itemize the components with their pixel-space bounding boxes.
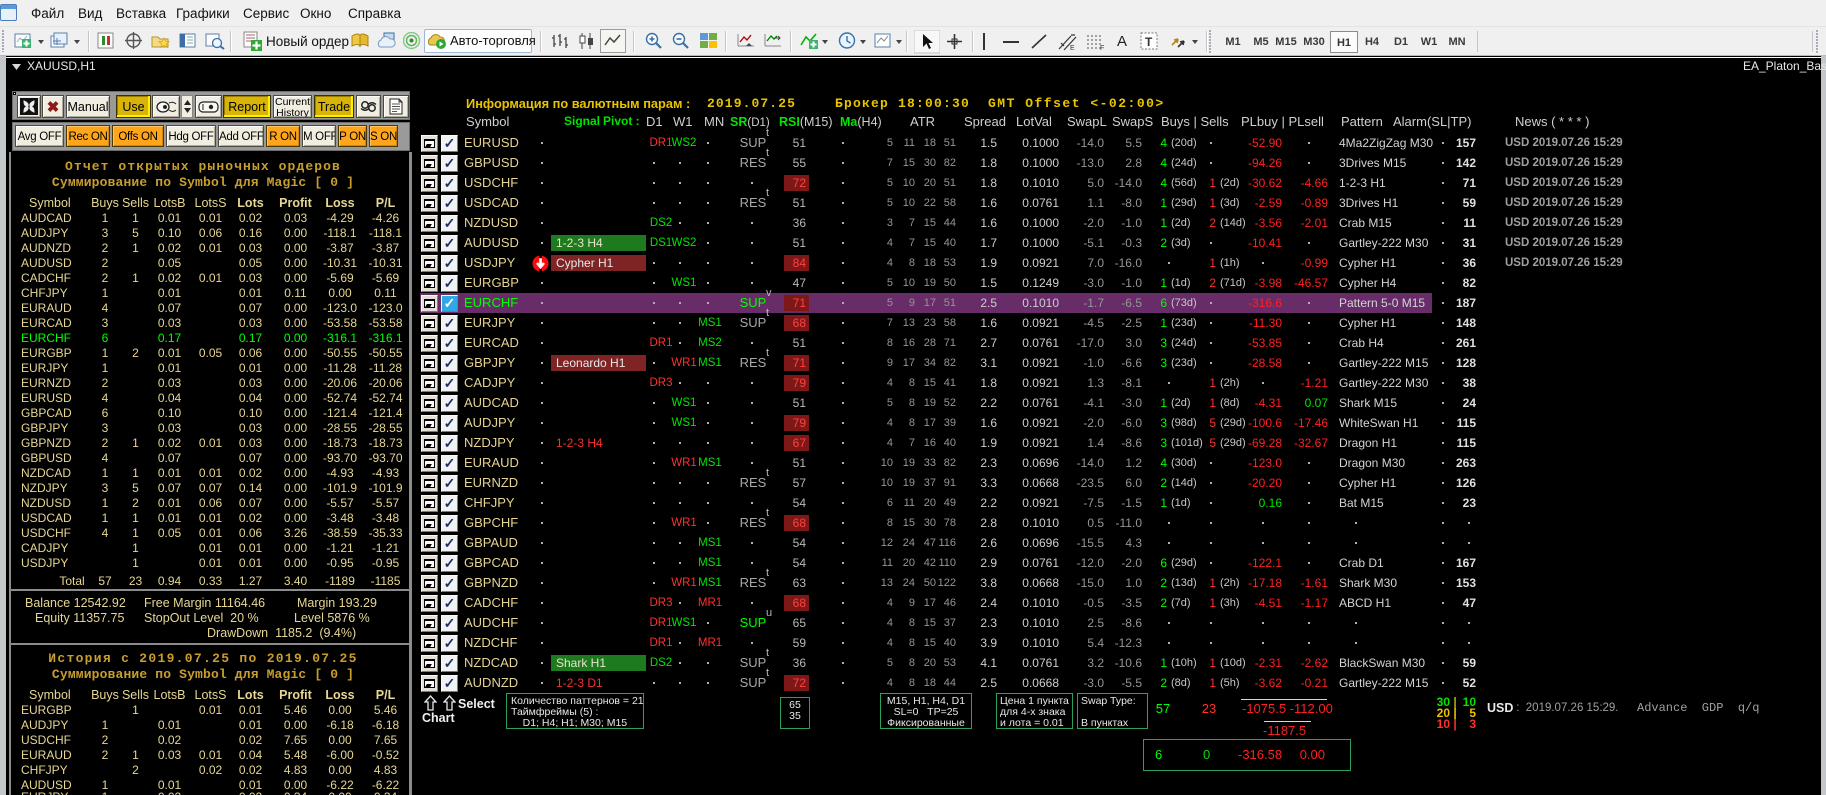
svg-text:E: E bbox=[1070, 45, 1075, 51]
svg-text:F: F bbox=[1100, 45, 1104, 51]
svg-text:T: T bbox=[1145, 35, 1153, 49]
